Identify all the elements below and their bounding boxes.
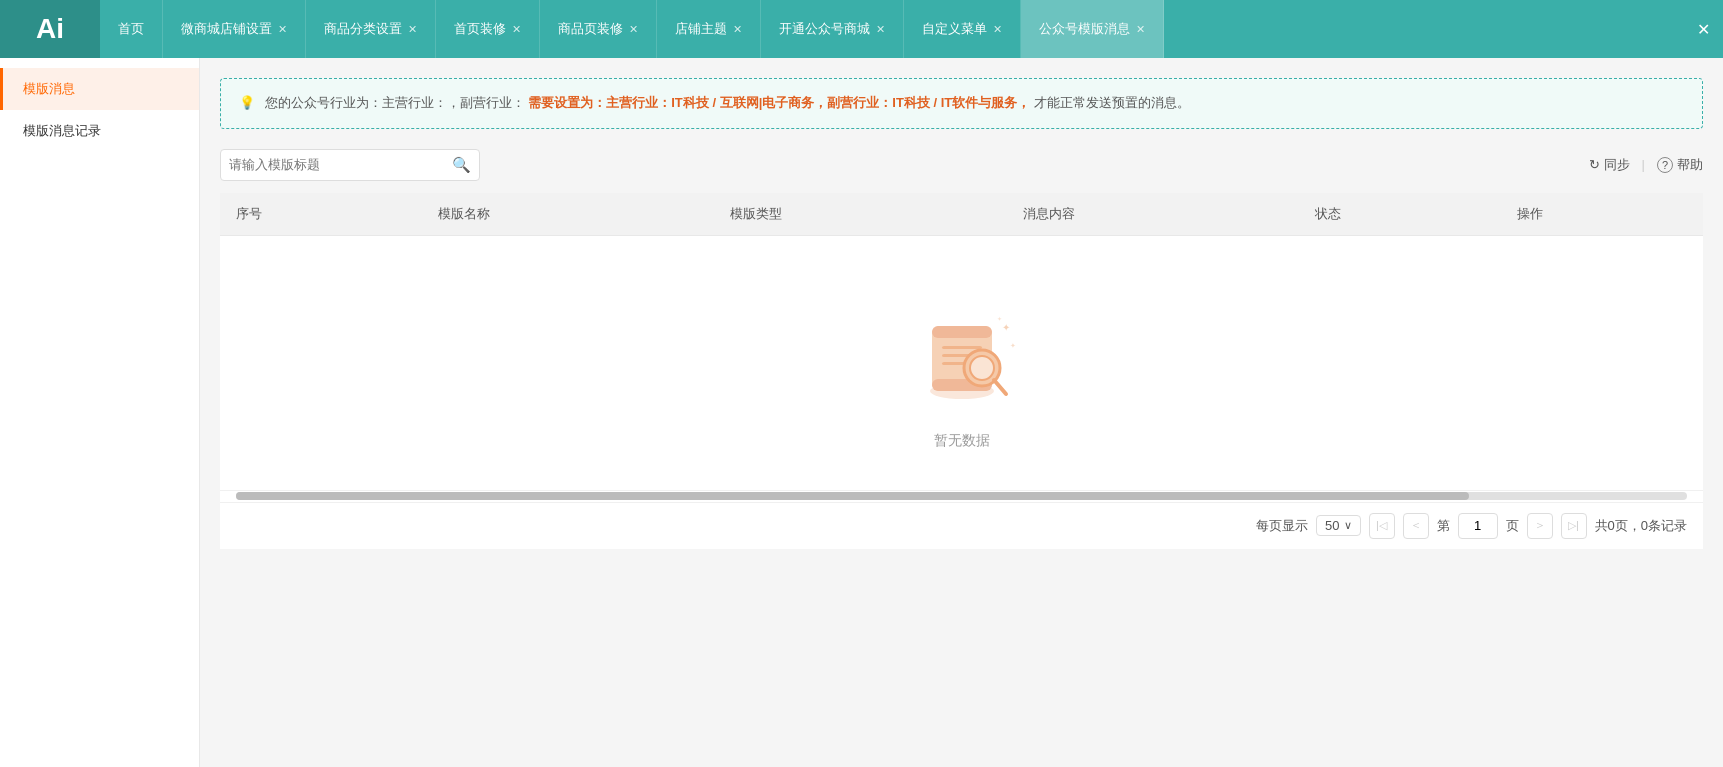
nav-tab-close[interactable]: ✕ [1136, 23, 1145, 36]
nav-tab-close[interactable]: ✕ [876, 23, 885, 36]
nav-tab-label: 开通公众号商城 [779, 20, 870, 38]
sync-label: 同步 [1604, 156, 1630, 174]
last-page-button[interactable]: ▷| [1561, 513, 1587, 539]
data-table: 序号模版名称模版类型消息内容状态操作 [220, 193, 1703, 490]
svg-rect-4 [942, 346, 982, 349]
table-col-action: 操作 [1501, 193, 1703, 236]
app-logo: Ai [0, 0, 100, 58]
sidebar-item-template-msg[interactable]: 模版消息 [0, 68, 199, 110]
nav-tab-label: 微商城店铺设置 [181, 20, 272, 38]
nav-tab-custom-menu[interactable]: 自定义菜单 ✕ [904, 0, 1021, 58]
svg-text:✦: ✦ [1002, 322, 1010, 333]
svg-line-9 [994, 380, 1006, 394]
nav-tab-home[interactable]: 首页 [100, 0, 163, 58]
nav-tab-shop-settings[interactable]: 微商城店铺设置 ✕ [163, 0, 306, 58]
nav-tab-label: 首页装修 [454, 20, 506, 38]
nav-tabs: 首页微商城店铺设置✕商品分类设置✕首页装修✕商品页装修✕店铺主题✕开通公众号商城… [100, 0, 1683, 58]
table-col-name: 模版名称 [422, 193, 714, 236]
empty-state: ✦ ✦ ✦ 暂无数据 [220, 236, 1703, 490]
next-page-icon: ＞ [1534, 517, 1546, 534]
last-page-icon: ▷| [1568, 519, 1579, 532]
table-body: ✦ ✦ ✦ 暂无数据 [220, 235, 1703, 490]
first-page-button[interactable]: |◁ [1369, 513, 1395, 539]
nav-tab-close[interactable]: ✕ [629, 23, 638, 36]
nav-tab-label: 商品分类设置 [324, 20, 402, 38]
nav-tab-product-decoration[interactable]: 商品页装修 ✕ [540, 0, 657, 58]
help-icon: ? [1657, 157, 1673, 173]
nav-tab-home-decoration[interactable]: 首页装修 ✕ [436, 0, 540, 58]
scrollbar-area[interactable] [220, 490, 1703, 502]
sync-icon: ↻ [1589, 157, 1600, 172]
total-info: 共0页，0条记录 [1595, 517, 1687, 535]
sidebar-item-template-record[interactable]: 模版消息记录 [0, 110, 199, 152]
help-button[interactable]: ? 帮助 [1657, 156, 1703, 174]
next-page-button[interactable]: ＞ [1527, 513, 1553, 539]
empty-text: 暂无数据 [220, 432, 1703, 450]
scrollbar-thumb[interactable] [236, 492, 1469, 500]
page-label: 第 [1437, 517, 1450, 535]
top-nav: Ai 首页微商城店铺设置✕商品分类设置✕首页装修✕商品页装修✕店铺主题✕开通公众… [0, 0, 1723, 58]
search-input-wrap: 🔍 [220, 149, 480, 181]
table-col-content: 消息内容 [1007, 193, 1299, 236]
nav-tab-close[interactable]: ✕ [408, 23, 417, 36]
table-head: 序号模版名称模版类型消息内容状态操作 [220, 193, 1703, 236]
nav-tab-label: 店铺主题 [675, 20, 727, 38]
notice-icon: 💡 [239, 95, 255, 110]
prev-page-icon: ＜ [1410, 517, 1422, 534]
page-size-value: 50 [1325, 518, 1339, 533]
search-button[interactable]: 🔍 [452, 156, 471, 174]
nav-tab-product-category[interactable]: 商品分类设置 ✕ [306, 0, 436, 58]
notice-box: 💡 您的公众号行业为：主营行业：，副营行业： 需要设置为：主营行业：IT科技 /… [220, 78, 1703, 129]
sidebar: 模版消息模版消息记录 [0, 58, 200, 767]
nav-tab-label: 商品页装修 [558, 20, 623, 38]
help-label: 帮助 [1677, 156, 1703, 174]
page-unit: 页 [1506, 517, 1519, 535]
table-col-type: 模版类型 [714, 193, 1006, 236]
nav-tab-store-theme[interactable]: 店铺主题 ✕ [657, 0, 761, 58]
page-size-label: 每页显示 [1256, 517, 1308, 535]
notice-highlight: 需要设置为：主营行业：IT科技 / 互联网|电子商务，副营行业：IT科技 / I… [528, 95, 1030, 110]
page-number-input[interactable] [1458, 513, 1498, 539]
main-content: 💡 您的公众号行业为：主营行业：，副营行业： 需要设置为：主营行业：IT科技 /… [200, 58, 1723, 767]
nav-tab-close[interactable]: ✕ [512, 23, 521, 36]
nav-tab-label: 公众号模版消息 [1039, 20, 1130, 38]
toolbar-right: ↻ 同步 | ? 帮助 [1589, 156, 1703, 174]
scrollbar-track[interactable] [236, 492, 1687, 500]
notice-text-after: 才能正常发送预置的消息。 [1034, 95, 1190, 110]
svg-text:✦: ✦ [997, 316, 1002, 322]
table-col-seq: 序号 [220, 193, 422, 236]
svg-point-8 [970, 356, 994, 380]
empty-row: ✦ ✦ ✦ 暂无数据 [220, 235, 1703, 490]
svg-text:✦: ✦ [1010, 342, 1016, 349]
sync-button[interactable]: ↻ 同步 [1589, 156, 1630, 174]
nav-tab-label: 自定义菜单 [922, 20, 987, 38]
nav-tab-label: 首页 [118, 20, 144, 38]
pagination: 每页显示 50 ∨ |◁ ＜ 第 页 ＞ ▷| 共0页，0条记录 [220, 502, 1703, 549]
empty-illustration: ✦ ✦ ✦ [902, 296, 1022, 416]
notice-text-before: 您的公众号行业为：主营行业：，副营行业： [265, 95, 525, 110]
layout: 模版消息模版消息记录 💡 您的公众号行业为：主营行业：，副营行业： 需要设置为：… [0, 58, 1723, 767]
divider: | [1642, 157, 1645, 172]
svg-rect-2 [932, 326, 992, 338]
nav-tab-close[interactable]: ✕ [278, 23, 287, 36]
first-page-icon: |◁ [1376, 519, 1387, 532]
nav-tab-open-mall[interactable]: 开通公众号商城 ✕ [761, 0, 904, 58]
search-bar: 🔍 ↻ 同步 | ? 帮助 [220, 149, 1703, 181]
close-all-button[interactable]: ✕ [1683, 0, 1723, 58]
nav-tab-close[interactable]: ✕ [993, 23, 1002, 36]
nav-tab-close[interactable]: ✕ [733, 23, 742, 36]
page-size-chevron: ∨ [1344, 519, 1352, 532]
page-size-select[interactable]: 50 ∨ [1316, 515, 1360, 536]
search-input[interactable] [229, 157, 452, 172]
table-col-status: 状态 [1299, 193, 1501, 236]
nav-tab-template-msg[interactable]: 公众号模版消息 ✕ [1021, 0, 1164, 58]
prev-page-button[interactable]: ＜ [1403, 513, 1429, 539]
